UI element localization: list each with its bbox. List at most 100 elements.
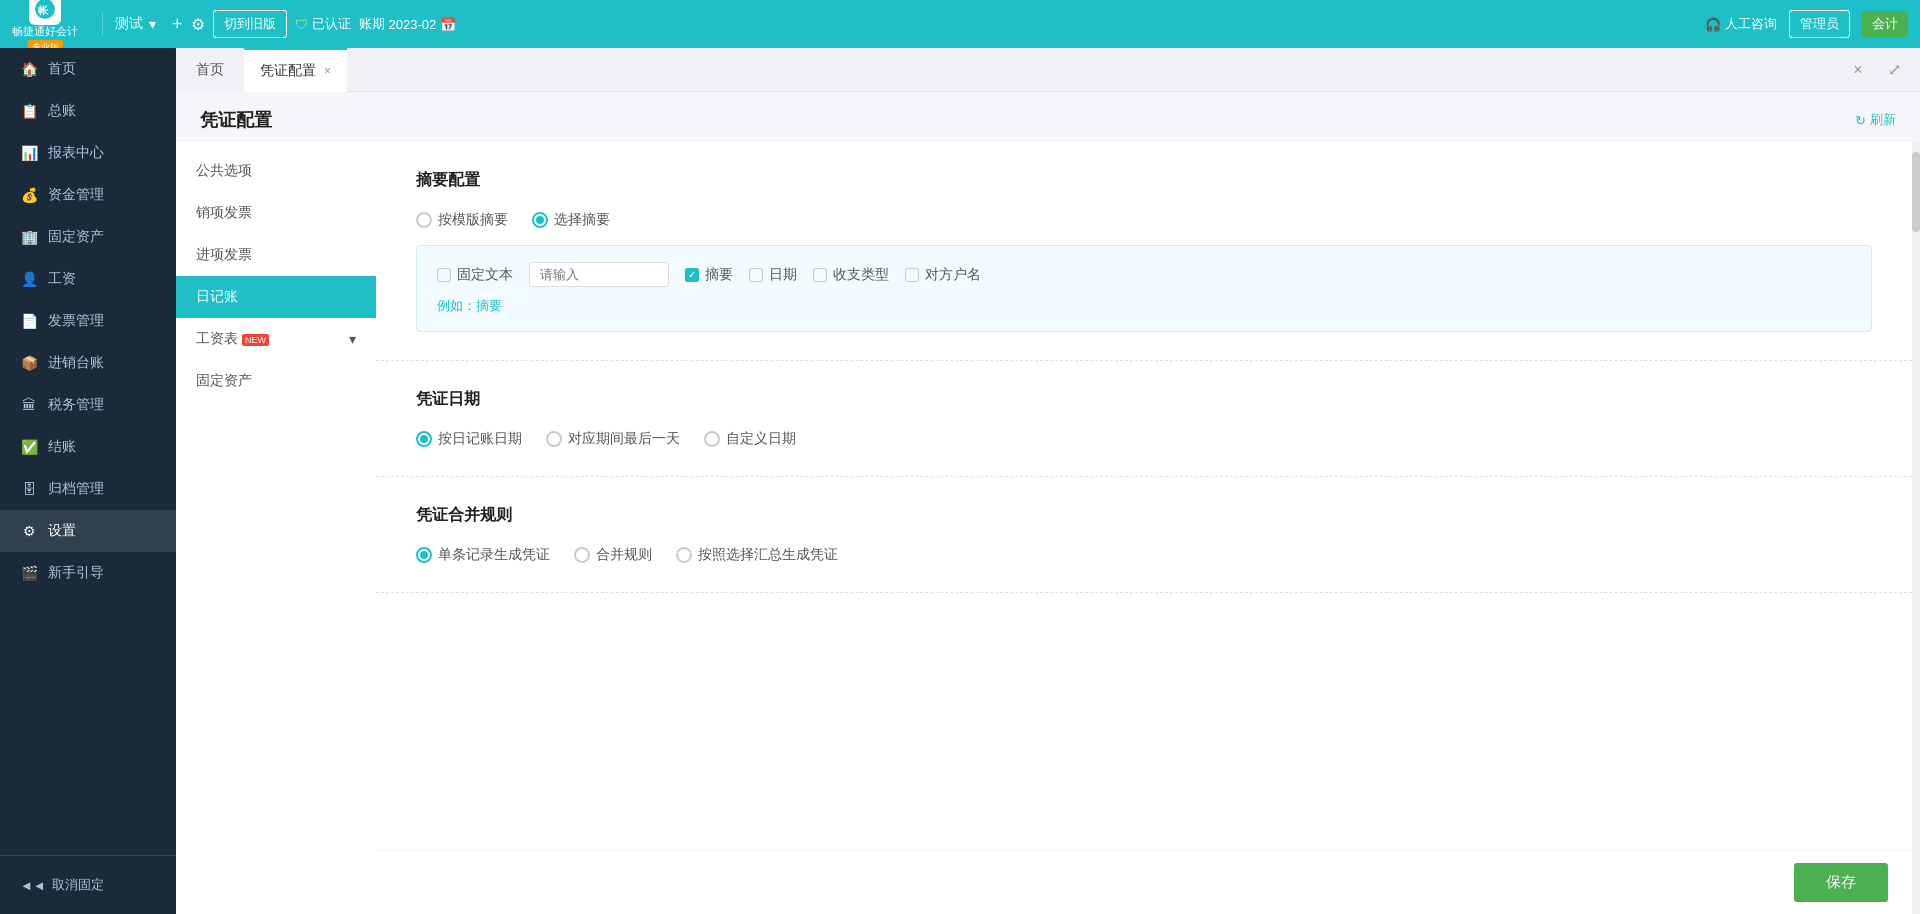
left-nav-fixed-assets[interactable]: 固定资产 (176, 360, 376, 402)
chevron-down-icon: ▾ (349, 331, 356, 347)
top-bar-right: 🎧 人工咨询 管理员 会计 (1705, 10, 1908, 38)
sidebar-item-closing[interactable]: ✅ 结账 (0, 426, 176, 468)
top-bar: 帐 畅捷通好会计 专业版 测试 ▾ + ⚙ 切到旧版 🛡 已认证 账期 2023… (0, 0, 1920, 48)
left-nav-sales-invoice[interactable]: 销项发票 (176, 192, 376, 234)
role-button[interactable]: 会计 (1862, 11, 1908, 37)
sidebar-item-sales-ledger[interactable]: 📦 进销台账 (0, 342, 176, 384)
payroll-icon: 👤 (20, 270, 38, 288)
merge-rules-radio-group: 单条记录生成凭证 合并规则 按照选择汇总生成凭证 (416, 546, 1872, 564)
verified-badge: 🛡 已认证 (295, 15, 351, 33)
radio-select-icon (532, 212, 548, 228)
logo: 帐 畅捷通好会计 专业版 (12, 0, 78, 55)
summary-config-box: 固定文本 摘要 日期 (416, 245, 1872, 332)
invoice-mgmt-icon: 📄 (20, 312, 38, 330)
radio-select-label: 选择摘要 (554, 211, 610, 229)
sidebar-item-ledger[interactable]: 📋 总账 (0, 90, 176, 132)
checkbox-income-type[interactable]: 收支类型 (813, 266, 889, 284)
calendar-icon[interactable]: 📅 (440, 17, 456, 32)
sidebar-item-newbie[interactable]: 🎬 新手引导 (0, 552, 176, 594)
left-nav-purchase-invoice[interactable]: 进项发票 (176, 234, 376, 276)
content-area: 首页 凭证配置 × × ⤢ 凭证配置 ↻ 刷新 (176, 48, 1920, 914)
checkbox-fixed-text-icon (437, 268, 451, 282)
close-window-button[interactable]: × (1844, 56, 1872, 84)
sidebar-item-funds[interactable]: 💰 资金管理 (0, 174, 176, 216)
left-nav-public[interactable]: 公共选项 (176, 150, 376, 192)
period-info: 账期 2023-02 📅 (359, 15, 457, 33)
page-title: 凭证配置 (200, 108, 272, 132)
save-button[interactable]: 保存 (1794, 863, 1888, 902)
sales-ledger-icon: 📦 (20, 354, 38, 372)
tab-home[interactable]: 首页 (176, 48, 244, 92)
radio-last-day[interactable]: 对应期间最后一天 (546, 430, 680, 448)
radio-template-summary[interactable]: 按模版摘要 (416, 211, 508, 229)
sidebar-item-tax[interactable]: 🏛 税务管理 (0, 384, 176, 426)
svg-text:帐: 帐 (38, 5, 49, 16)
company-name: 测试 (115, 15, 143, 33)
expand-button[interactable]: ⤢ (1880, 56, 1908, 84)
scroll-thumb (1912, 152, 1920, 232)
refresh-icon: ↻ (1855, 113, 1866, 128)
radio-template-label: 按模版摘要 (438, 211, 508, 229)
headset-icon: 🎧 (1705, 17, 1721, 32)
top-bar-actions: + ⚙ (172, 14, 205, 35)
sidebar-item-settings[interactable]: ⚙ 设置 (0, 510, 176, 552)
archive-icon: 🗄 (20, 480, 38, 498)
voucher-date-title: 凭证日期 (416, 389, 1872, 410)
radio-merge-rule-icon (574, 547, 590, 563)
switch-old-version-button[interactable]: 切到旧版 (213, 10, 287, 38)
radio-select-summary[interactable]: 选择摘要 (532, 211, 610, 229)
section-merge-rules: 凭证合并规则 单条记录生成凭证 合并规则 (376, 477, 1912, 593)
unfix-sidebar-button[interactable]: ◄◄ 取消固定 (0, 866, 176, 904)
reports-icon: 📊 (20, 144, 38, 162)
left-nav-journal[interactable]: 日记账 (176, 276, 376, 318)
left-nav-payroll-table[interactable]: 工资表NEW ▾ (176, 318, 376, 360)
summary-config-title: 摘要配置 (416, 170, 1872, 191)
page-header: 凭证配置 ↻ 刷新 (176, 92, 1920, 142)
sidebar-item-invoice-mgmt[interactable]: 📄 发票管理 (0, 300, 176, 342)
radio-custom-date[interactable]: 自定义日期 (704, 430, 796, 448)
checkbox-fixed-text[interactable]: 固定文本 (437, 266, 513, 284)
sidebar-item-archive[interactable]: 🗄 归档管理 (0, 468, 176, 510)
sidebar-item-reports[interactable]: 📊 报表中心 (0, 132, 176, 174)
radio-single-record[interactable]: 单条记录生成凭证 (416, 546, 550, 564)
logo-icon: 帐 (29, 0, 61, 25)
checkbox-counterparty[interactable]: 对方户名 (905, 266, 981, 284)
assets-icon: 🏢 (20, 228, 38, 246)
dropdown-icon: ▾ (149, 16, 156, 32)
checkbox-summary[interactable]: 摘要 (685, 266, 733, 284)
fixed-text-input[interactable] (529, 262, 669, 287)
user-button[interactable]: 管理员 (1789, 10, 1850, 38)
radio-custom-date-icon (704, 431, 720, 447)
arrow-left-icon: ◄◄ (20, 878, 46, 893)
tab-close-button[interactable]: × (324, 64, 331, 78)
sidebar-item-assets[interactable]: 🏢 固定资产 (0, 216, 176, 258)
radio-single-record-icon (416, 547, 432, 563)
voucher-date-radio-group: 按日记账日期 对应期间最后一天 自定义日期 (416, 430, 1872, 448)
radio-merge-rule[interactable]: 合并规则 (574, 546, 652, 564)
ledger-icon: 📋 (20, 102, 38, 120)
sidebar-item-payroll[interactable]: 👤 工资 (0, 258, 176, 300)
example-text: 例如：摘要 (437, 297, 1851, 315)
right-scrollbar[interactable] (1912, 142, 1920, 914)
merge-rules-title: 凭证合并规则 (416, 505, 1872, 526)
company-selector[interactable]: 测试 ▾ (115, 15, 156, 33)
sidebar-nav: 🏠 首页 📋 总账 📊 报表中心 💰 资金管理 🏢 固定资产 (0, 48, 176, 855)
sidebar-item-home[interactable]: 🏠 首页 (0, 48, 176, 90)
checkbox-date-icon (749, 268, 763, 282)
summary-options-row: 固定文本 摘要 日期 (437, 262, 1851, 287)
add-button[interactable]: + (172, 14, 183, 35)
settings-button[interactable]: ⚙ (191, 15, 205, 34)
left-nav: 公共选项 销项发票 进项发票 日记账 工资表N (176, 142, 376, 914)
page-layout: 凭证配置 ↻ 刷新 公共选项 销项发票 (176, 92, 1920, 914)
radio-last-day-icon (546, 431, 562, 447)
refresh-button[interactable]: ↻ 刷新 (1855, 111, 1896, 129)
tax-icon: 🏛 (20, 396, 38, 414)
radio-journal-date[interactable]: 按日记账日期 (416, 430, 522, 448)
customer-service-button[interactable]: 🎧 人工咨询 (1705, 15, 1777, 33)
radio-by-select[interactable]: 按照选择汇总生成凭证 (676, 546, 838, 564)
body-area: 公共选项 销项发票 进项发票 日记账 工资表N (176, 142, 1920, 914)
tab-voucher-config[interactable]: 凭证配置 × (244, 48, 347, 92)
checkbox-counterparty-icon (905, 268, 919, 282)
radio-by-select-icon (676, 547, 692, 563)
checkbox-date[interactable]: 日期 (749, 266, 797, 284)
